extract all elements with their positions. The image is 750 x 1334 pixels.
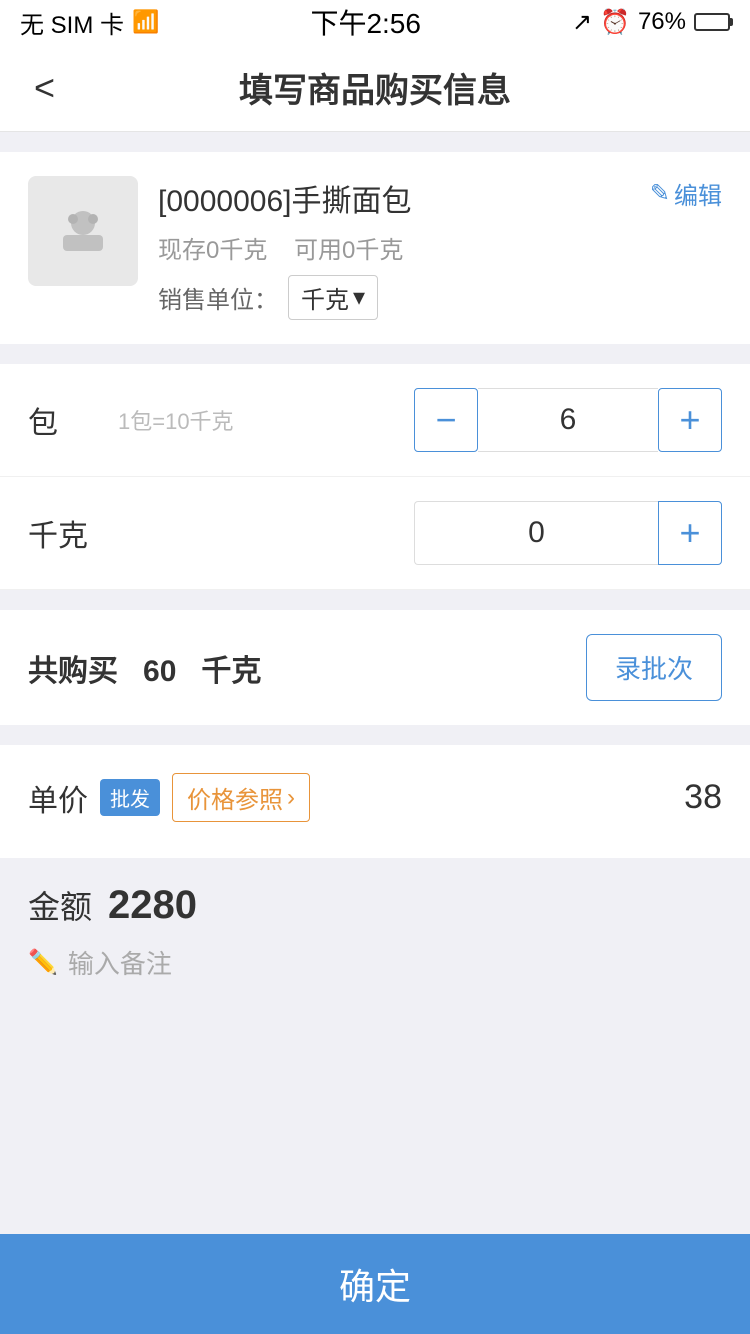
note-row[interactable]: ✏️ 输入备注 — [28, 944, 722, 981]
qty-row-kg: 千克 + — [0, 477, 750, 590]
qty-label-kg: 千克 — [28, 511, 108, 555]
decrement-bao-button[interactable]: − — [414, 388, 478, 452]
price-tag-wholesale: 批发 — [100, 779, 160, 816]
alarm-icon: ⏰ — [600, 8, 630, 37]
product-card: [0000006]手撕面包 ✎ 编辑 现存0千克 可用0千克 销售单位： 千克 … — [0, 152, 750, 344]
nav-bar: < 填写商品购买信息 — [0, 44, 750, 132]
price-reference-button[interactable]: 价格参照 › — [172, 773, 310, 822]
qty-controls-bao: − + — [414, 388, 722, 452]
battery-percent: 76% — [638, 8, 686, 36]
confirm-button[interactable]: 确定 — [0, 1234, 750, 1334]
product-info: [0000006]手撕面包 ✎ 编辑 现存0千克 可用0千克 销售单位： 千克 … — [158, 176, 722, 320]
quantity-section: 包 1包=10千克 − + 千克 + — [0, 364, 750, 590]
qty-row-bao: 包 1包=10千克 − + — [0, 364, 750, 477]
qty-controls-kg: + — [414, 501, 722, 565]
product-unit: 销售单位： 千克 ▾ — [158, 275, 722, 320]
product-stock: 现存0千克 可用0千克 — [158, 230, 722, 265]
record-batch-button[interactable]: 录批次 — [586, 634, 722, 701]
increment-kg-button[interactable]: + — [658, 501, 722, 565]
price-section: 单价 批发 价格参照 › 38 — [0, 745, 750, 858]
carrier-text: 无 SIM 卡 — [20, 5, 124, 40]
note-placeholder: 输入备注 — [68, 944, 172, 981]
price-value: 38 — [684, 778, 722, 817]
product-image — [28, 176, 138, 286]
total-row: 共购买 60 千克 录批次 — [0, 610, 750, 725]
qty-hint-bao: 1包=10千克 — [118, 404, 414, 436]
qty-input-bao[interactable] — [478, 388, 658, 452]
total-text: 共购买 60 千克 — [28, 646, 261, 690]
amount-row: 金额 2280 — [28, 882, 722, 928]
pencil-icon: ✏️ — [28, 948, 58, 977]
qty-input-kg[interactable] — [414, 501, 658, 565]
qty-label-bao: 包 — [28, 398, 108, 442]
price-label-group: 单价 批发 价格参照 › — [28, 773, 310, 822]
price-row: 单价 批发 价格参照 › 38 — [28, 773, 722, 822]
amount-value: 2280 — [108, 883, 197, 928]
increment-bao-button[interactable]: + — [658, 388, 722, 452]
wifi-icon: 📶 — [132, 9, 159, 35]
edit-button[interactable]: ✎ 编辑 — [650, 176, 722, 211]
location-icon: ↗ — [572, 8, 592, 37]
unit-select[interactable]: 千克 ▾ — [288, 275, 378, 320]
page-title: 填写商品购买信息 — [239, 63, 511, 112]
back-button[interactable]: < — [24, 57, 65, 119]
product-name: [0000006]手撕面包 — [158, 176, 411, 220]
product-logo-icon — [53, 201, 113, 261]
price-label: 单价 — [28, 776, 88, 820]
battery-bar — [694, 13, 730, 31]
status-bar: 无 SIM 卡 📶 下午2:56 ↗ ⏰ 76% — [0, 0, 750, 44]
status-right: ↗ ⏰ 76% — [572, 8, 730, 37]
status-left: 无 SIM 卡 📶 — [20, 5, 159, 40]
status-time: 下午2:56 — [310, 2, 421, 42]
amount-label: 金额 — [28, 882, 92, 928]
amount-section: 金额 2280 ✏️ 输入备注 — [0, 858, 750, 1005]
